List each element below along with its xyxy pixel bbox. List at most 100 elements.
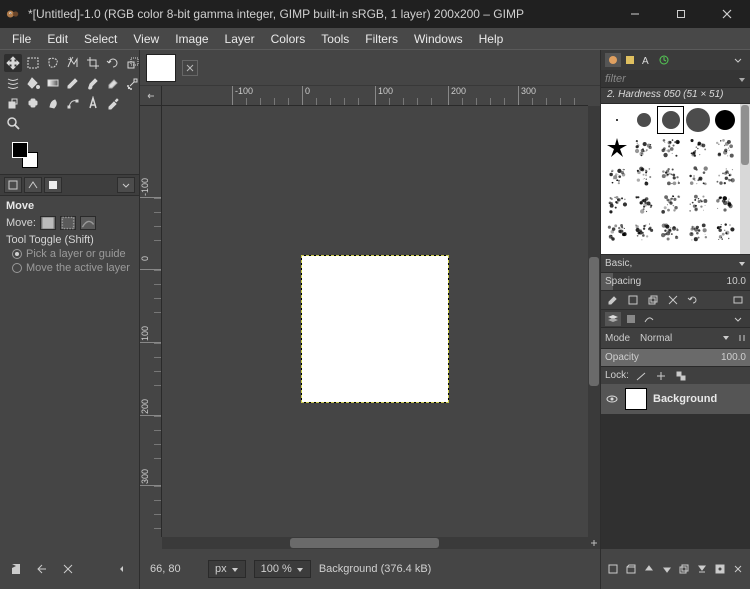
- brush-preset[interactable]: [684, 162, 711, 190]
- menu-select[interactable]: Select: [76, 30, 125, 48]
- brush-preset[interactable]: [711, 106, 738, 134]
- tab-menu-right-upper[interactable]: [730, 53, 746, 67]
- brush-preset[interactable]: [630, 106, 657, 134]
- tool-zoom[interactable]: [4, 114, 22, 132]
- tab-menu-right-lower[interactable]: [730, 312, 746, 326]
- tab-fonts[interactable]: A: [639, 53, 655, 67]
- chevron-down-icon[interactable]: [722, 334, 730, 342]
- scrollbar-vertical[interactable]: [588, 106, 600, 537]
- brush-preset[interactable]: [603, 190, 630, 218]
- tool-fuzzy-select[interactable]: [64, 54, 82, 72]
- brush-preset[interactable]: [684, 218, 711, 246]
- menu-layer[interactable]: Layer: [217, 30, 263, 48]
- color-swatches[interactable]: [0, 136, 139, 174]
- tool-clone[interactable]: [4, 94, 22, 112]
- radio-pick-layer[interactable]: [12, 249, 22, 259]
- move-mode-selection[interactable]: [60, 216, 76, 230]
- tab-tool-options[interactable]: [4, 177, 22, 193]
- brush-duplicate-button[interactable]: [645, 292, 661, 308]
- tab-channels[interactable]: [623, 312, 639, 326]
- brush-new-button[interactable]: [625, 292, 641, 308]
- brush-preset[interactable]: [603, 218, 630, 246]
- brush-preset[interactable]: [684, 190, 711, 218]
- ruler-vertical[interactable]: -1000100200300: [140, 106, 162, 537]
- tool-heal[interactable]: [24, 94, 42, 112]
- fg-color-swatch[interactable]: [12, 142, 28, 158]
- brush-delete-button[interactable]: [665, 292, 681, 308]
- layer-opacity-slider[interactable]: Opacity 100.0: [601, 348, 750, 366]
- layer-merge-button[interactable]: [694, 561, 710, 577]
- brush-preset[interactable]: [603, 106, 630, 134]
- tab-layers[interactable]: [605, 312, 621, 326]
- maximize-button[interactable]: [658, 0, 704, 28]
- tab-paths[interactable]: [641, 312, 657, 326]
- tool-rotate[interactable]: [104, 54, 122, 72]
- tool-crop[interactable]: [84, 54, 102, 72]
- brush-grid[interactable]: [601, 104, 750, 254]
- brush-preset[interactable]: [684, 106, 711, 134]
- brush-scrollbar[interactable]: [740, 104, 750, 254]
- tab-history[interactable]: [656, 53, 672, 67]
- tool-eraser[interactable]: [104, 74, 122, 92]
- ruler-horizontal[interactable]: -1000100200300: [162, 86, 588, 106]
- brush-preset-value[interactable]: Basic,: [605, 258, 738, 269]
- document-close-icon[interactable]: [182, 60, 198, 76]
- menu-help[interactable]: Help: [471, 30, 512, 48]
- layer-mask-button[interactable]: [712, 561, 728, 577]
- tab-undo-history[interactable]: [44, 177, 62, 193]
- tab-patterns[interactable]: [622, 53, 638, 67]
- brush-preset[interactable]: [657, 162, 684, 190]
- menu-file[interactable]: File: [4, 30, 39, 48]
- brush-preset[interactable]: [711, 134, 738, 162]
- brush-open-as-image-button[interactable]: [730, 292, 746, 308]
- brush-preset[interactable]: [711, 162, 738, 190]
- tool-options-save-icon[interactable]: [6, 559, 26, 579]
- brush-preset[interactable]: [630, 134, 657, 162]
- brush-preset[interactable]: [630, 218, 657, 246]
- tab-device-status[interactable]: [24, 177, 42, 193]
- navigation-button[interactable]: [588, 537, 600, 549]
- layer-item[interactable]: Background: [601, 384, 750, 414]
- chevron-down-icon[interactable]: [738, 260, 746, 268]
- layer-down-button[interactable]: [659, 561, 675, 577]
- menu-tools[interactable]: Tools: [313, 30, 357, 48]
- brush-preset[interactable]: [657, 218, 684, 246]
- tool-move[interactable]: [4, 54, 22, 72]
- layer-name[interactable]: Background: [653, 393, 717, 405]
- layer-up-button[interactable]: [641, 561, 657, 577]
- tab-menu-button[interactable]: [117, 177, 135, 193]
- tool-color-picker[interactable]: [104, 94, 122, 112]
- layer-visibility-icon[interactable]: [605, 393, 619, 405]
- brush-refresh-button[interactable]: [685, 292, 701, 308]
- tool-warp[interactable]: [4, 74, 22, 92]
- close-button[interactable]: [704, 0, 750, 28]
- layer-mode-value[interactable]: Normal: [634, 333, 718, 344]
- tool-options-reset-icon[interactable]: [113, 559, 133, 579]
- layer-new-button[interactable]: [605, 561, 621, 577]
- brush-preset[interactable]: [711, 218, 738, 246]
- menu-edit[interactable]: Edit: [39, 30, 76, 48]
- brush-preset[interactable]: [657, 190, 684, 218]
- brush-preset[interactable]: [657, 134, 684, 162]
- menu-colors[interactable]: Colors: [263, 30, 314, 48]
- tool-rect-select[interactable]: [24, 54, 42, 72]
- mode-switch-icon[interactable]: [738, 334, 746, 342]
- menu-view[interactable]: View: [125, 30, 167, 48]
- lock-position-button[interactable]: [653, 368, 669, 384]
- scrollbar-horizontal[interactable]: [162, 537, 588, 549]
- radio-move-active[interactable]: [12, 263, 22, 273]
- tool-pencil[interactable]: [64, 74, 82, 92]
- menu-image[interactable]: Image: [167, 30, 216, 48]
- brush-preset[interactable]: [657, 106, 684, 134]
- tool-paintbrush[interactable]: [84, 74, 102, 92]
- tool-text[interactable]: [84, 94, 102, 112]
- minimize-button[interactable]: [612, 0, 658, 28]
- canvas-image[interactable]: [302, 256, 448, 402]
- brush-spacing-slider[interactable]: Spacing 10.0: [601, 272, 750, 290]
- layer-group-button[interactable]: [623, 561, 639, 577]
- brush-edit-button[interactable]: [605, 292, 621, 308]
- layer-thumbnail[interactable]: [625, 388, 647, 410]
- brush-preset[interactable]: [711, 190, 738, 218]
- tool-options-restore-icon[interactable]: [32, 559, 52, 579]
- tool-gradient[interactable]: [44, 74, 62, 92]
